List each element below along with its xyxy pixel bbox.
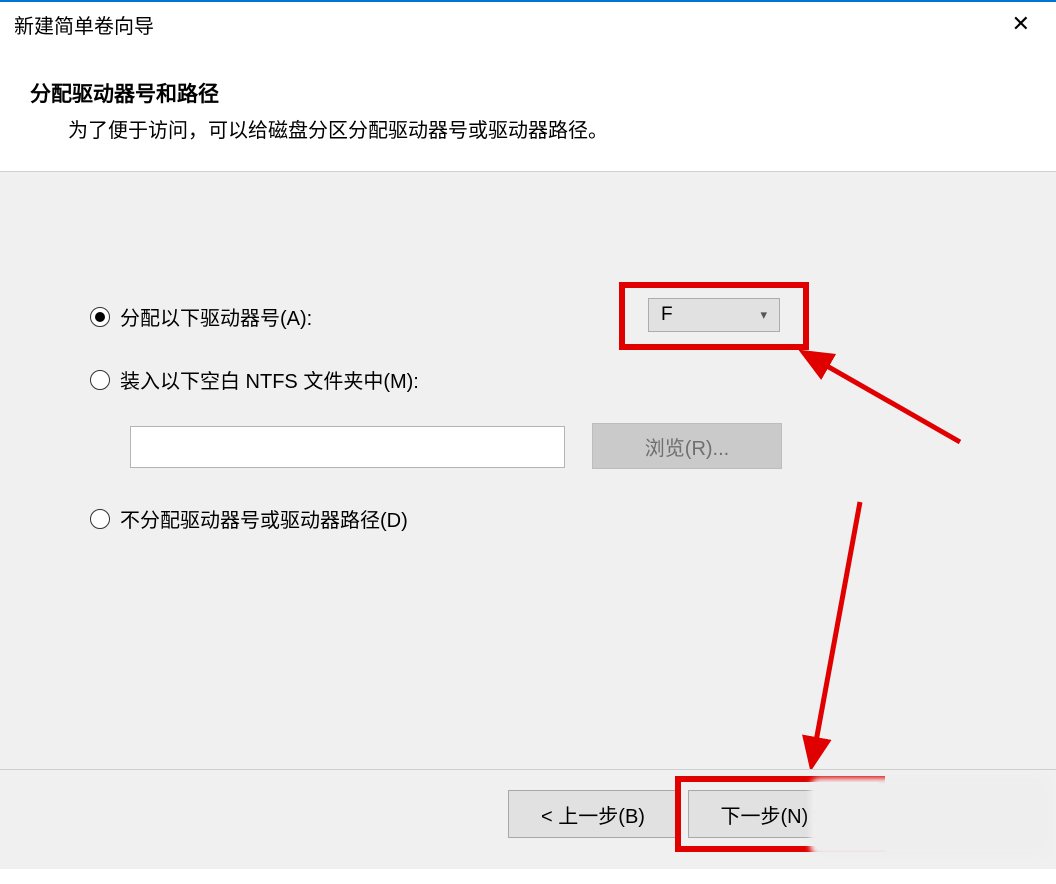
wizard-header: 分配驱动器号和路径 为了便于访问，可以给磁盘分区分配驱动器号或驱动器路径。 <box>0 46 1056 172</box>
titlebar: 新建简单卷向导 ✕ <box>0 2 1056 46</box>
radio-no-assign[interactable] <box>90 509 110 529</box>
drive-letter-dropdown[interactable]: F ▾ <box>648 298 780 332</box>
close-icon[interactable]: ✕ <box>1004 7 1038 41</box>
ntfs-path-input <box>130 426 565 468</box>
annotation-blur-patch <box>810 778 1050 856</box>
wizard-body: 分配以下驱动器号(A): F ▾ 装入以下空白 NTFS 文件夹中(M): 浏览… <box>0 172 1056 769</box>
wizard-footer: < 上一步(B) 下一步(N) > 取消 <box>0 769 1056 869</box>
radio-mount-ntfs[interactable] <box>90 370 110 390</box>
annotation-arrow-1 <box>790 342 980 462</box>
assign-letter-label: 分配以下驱动器号(A): <box>120 302 312 331</box>
page-subheading: 为了便于访问，可以给磁盘分区分配驱动器号或驱动器路径。 <box>30 114 1026 143</box>
window-title: 新建简单卷向导 <box>14 10 154 39</box>
option-no-assign[interactable]: 不分配驱动器号或驱动器路径(D) <box>90 504 976 533</box>
page-heading: 分配驱动器号和路径 <box>30 78 1026 108</box>
browse-button-label: 浏览(R)... <box>645 432 729 461</box>
option-assign-letter[interactable]: 分配以下驱动器号(A): <box>90 302 976 331</box>
no-assign-label: 不分配驱动器号或驱动器路径(D) <box>120 504 408 533</box>
chevron-down-icon: ▾ <box>760 307 767 323</box>
option-mount-ntfs[interactable]: 装入以下空白 NTFS 文件夹中(M): <box>90 365 976 394</box>
annotation-arrow-2 <box>770 492 890 772</box>
mount-ntfs-label: 装入以下空白 NTFS 文件夹中(M): <box>120 365 419 394</box>
radio-assign-letter[interactable] <box>90 307 110 327</box>
back-button-label: < 上一步(B) <box>541 800 645 829</box>
browse-button: 浏览(R)... <box>592 423 782 469</box>
back-button[interactable]: < 上一步(B) <box>508 790 678 838</box>
drive-letter-value: F <box>661 304 673 326</box>
